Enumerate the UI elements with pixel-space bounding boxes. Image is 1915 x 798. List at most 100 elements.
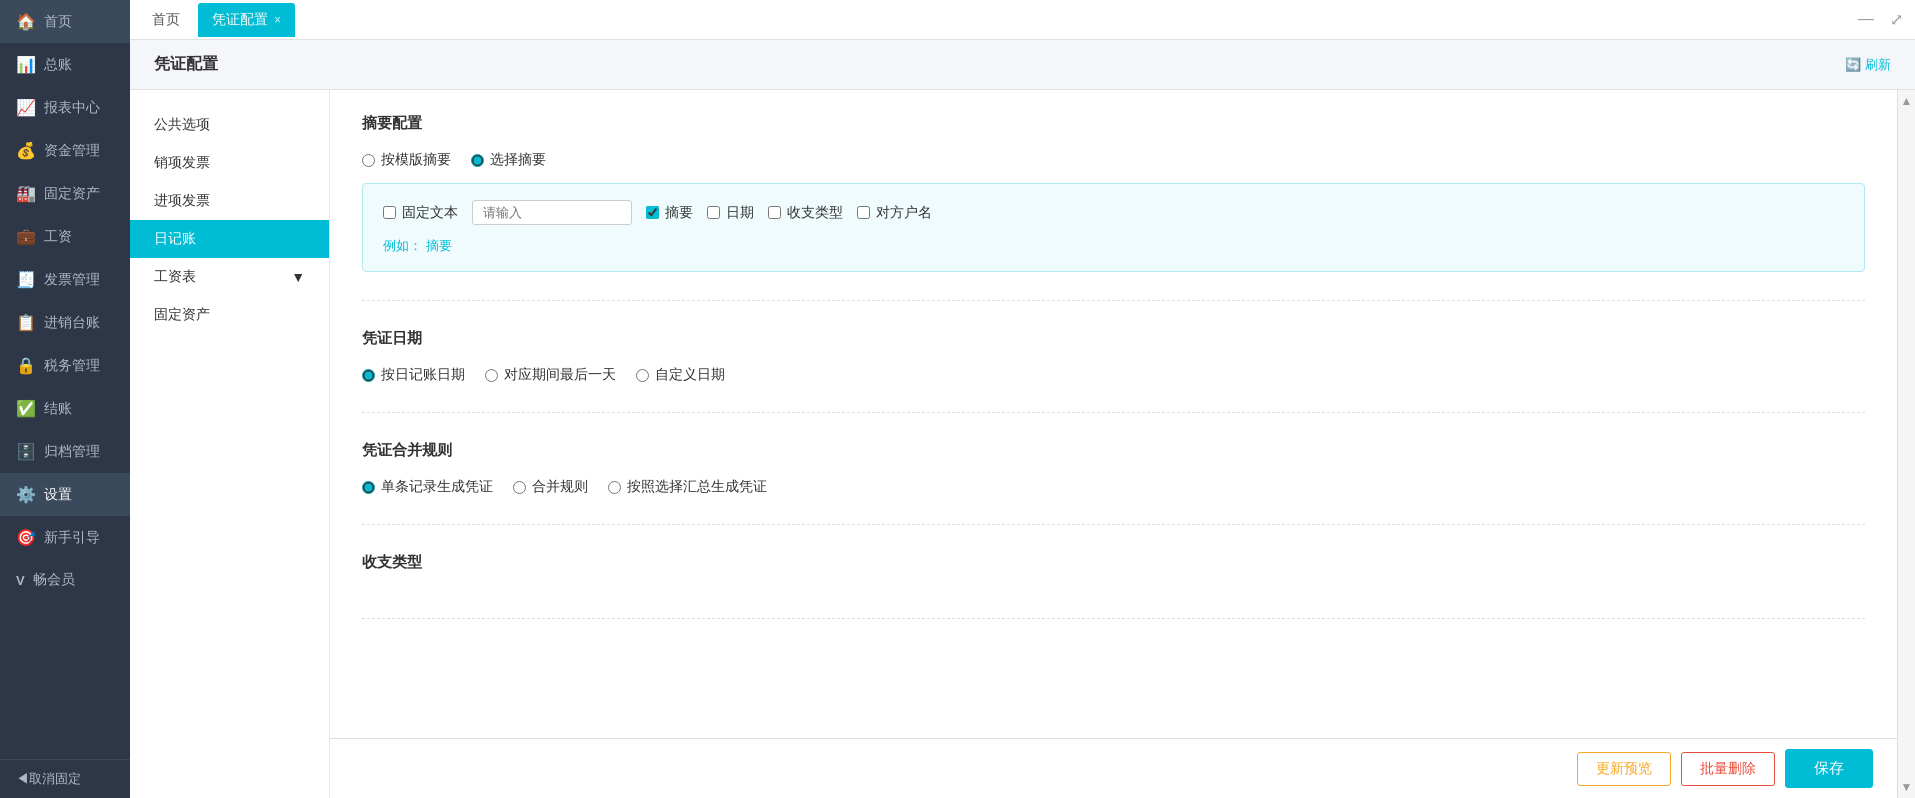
assets-icon: 🏭 — [16, 184, 36, 203]
merge-rules-radio-group: 单条记录生成凭证 合并规则 按照选择汇总生成凭证 — [362, 478, 1865, 496]
merge-radio-summary[interactable]: 按照选择汇总生成凭证 — [608, 478, 767, 496]
sidebar-item-purchase-sales[interactable]: 📋 进销台账 — [0, 301, 130, 344]
nav-item-purchase-invoice[interactable]: 进项发票 — [130, 182, 329, 220]
nav-item-journal[interactable]: 日记账 — [130, 220, 329, 258]
tab-voucher-config[interactable]: 凭证配置 × — [198, 3, 295, 37]
nav-item-sales-invoice[interactable]: 销项发票 — [130, 144, 329, 182]
sidebar-item-guide[interactable]: 🎯 新手引导 — [0, 516, 130, 559]
right-scrollbar: ▲ ▼ — [1897, 90, 1915, 798]
sidebar-item-membership[interactable]: V 畅会员 — [0, 559, 130, 601]
summary-radio-select-label: 选择摘要 — [490, 151, 546, 169]
nav-label-fixed-assets-nav: 固定资产 — [154, 306, 210, 324]
date-radio-journal-label: 按日记账日期 — [381, 366, 465, 384]
update-preview-button[interactable]: 更新预览 — [1577, 752, 1671, 786]
summary-radio-select[interactable]: 选择摘要 — [471, 151, 546, 169]
fixed-text-input[interactable] — [472, 200, 632, 225]
nav-label-sales-invoice: 销项发票 — [154, 154, 210, 172]
save-button[interactable]: 保存 — [1785, 749, 1873, 788]
nav-item-common-options[interactable]: 公共选项 — [130, 106, 329, 144]
sidebar-label-report-center: 报表中心 — [44, 99, 100, 117]
checkbox-counterparty-label: 对方户名 — [876, 204, 932, 222]
checkbox-counterparty-input[interactable] — [857, 206, 870, 219]
purchase-icon: 📋 — [16, 313, 36, 332]
chevron-down-icon: ▼ — [291, 269, 305, 285]
checkbox-income-type[interactable]: 收支类型 — [768, 204, 843, 222]
sidebar-item-fund-management[interactable]: 💰 资金管理 — [0, 129, 130, 172]
tab-close-icon[interactable]: × — [274, 13, 281, 27]
date-radio-custom-input[interactable] — [636, 369, 649, 382]
window-minimize-icon[interactable]: — — [1854, 8, 1878, 31]
tab-controls: — ⤢ — [1854, 8, 1907, 31]
window-maximize-icon[interactable]: ⤢ — [1886, 8, 1907, 31]
example-prefix: 例如： — [383, 238, 422, 253]
sidebar-label-guide: 新手引导 — [44, 529, 100, 547]
scroll-up-arrow[interactable]: ▲ — [1898, 90, 1915, 112]
tab-home[interactable]: 首页 — [138, 3, 194, 37]
archive-icon: 🗄️ — [16, 442, 36, 461]
date-radio-custom[interactable]: 自定义日期 — [636, 366, 725, 384]
nav-item-payroll-sheet[interactable]: 工资表 ▼ — [130, 258, 329, 296]
merge-rules-section: 凭证合并规则 单条记录生成凭证 合并规则 按照选择汇总生成凭证 — [362, 441, 1865, 525]
batch-delete-button[interactable]: 批量删除 — [1681, 752, 1775, 786]
checkbox-summary-input[interactable] — [646, 206, 659, 219]
sidebar-bottom-label: ◀取消固定 — [16, 770, 81, 788]
summary-radio-template-input[interactable] — [362, 154, 375, 167]
sidebar-label-home: 首页 — [44, 13, 72, 31]
summary-radio-template[interactable]: 按模版摘要 — [362, 151, 451, 169]
merge-radio-rules-input[interactable] — [513, 481, 526, 494]
sidebar-item-invoice[interactable]: 🧾 发票管理 — [0, 258, 130, 301]
sidebar-item-tax[interactable]: 🔒 税务管理 — [0, 344, 130, 387]
summary-radio-select-input[interactable] — [471, 154, 484, 167]
nav-label-common-options: 公共选项 — [154, 116, 210, 134]
sidebar-item-fixed-assets[interactable]: 🏭 固定资产 — [0, 172, 130, 215]
page-header: 凭证配置 🔄 刷新 — [130, 40, 1915, 90]
scroll-down-arrow[interactable]: ▼ — [1898, 776, 1915, 798]
right-content: 摘要配置 按模版摘要 选择摘要 — [330, 90, 1897, 738]
checkbox-fixed-text[interactable]: 固定文本 — [383, 204, 458, 222]
merge-radio-rules[interactable]: 合并规则 — [513, 478, 588, 496]
merge-radio-single[interactable]: 单条记录生成凭证 — [362, 478, 493, 496]
sidebar-item-settings[interactable]: ⚙️ 设置 — [0, 473, 130, 516]
sidebar-label-membership: 畅会员 — [33, 571, 75, 589]
date-radio-journal-input[interactable] — [362, 369, 375, 382]
sidebar-label-settings: 设置 — [44, 486, 72, 504]
fund-icon: 💰 — [16, 141, 36, 160]
sidebar-unpin-button[interactable]: ◀取消固定 — [0, 759, 130, 798]
merge-radio-summary-input[interactable] — [608, 481, 621, 494]
merge-radio-summary-label: 按照选择汇总生成凭证 — [627, 478, 767, 496]
summary-config-box: 固定文本 摘要 日期 — [362, 183, 1865, 272]
date-radio-journal[interactable]: 按日记账日期 — [362, 366, 465, 384]
checkbox-summary[interactable]: 摘要 — [646, 204, 693, 222]
sidebar-label-fund-management: 资金管理 — [44, 142, 100, 160]
tab-active-label: 凭证配置 — [212, 11, 268, 29]
sidebar-item-checkout[interactable]: ✅ 结账 — [0, 387, 130, 430]
refresh-button[interactable]: 🔄 刷新 — [1845, 56, 1891, 74]
report-icon: 📈 — [16, 98, 36, 117]
checkbox-counterparty[interactable]: 对方户名 — [857, 204, 932, 222]
checkbox-income-type-input[interactable] — [768, 206, 781, 219]
checkbox-income-type-label: 收支类型 — [787, 204, 843, 222]
checkbox-date-input[interactable] — [707, 206, 720, 219]
nav-label-journal: 日记账 — [154, 230, 196, 248]
sidebar-label-checkout: 结账 — [44, 400, 72, 418]
bottom-toolbar: 更新预览 批量删除 保存 — [330, 738, 1897, 798]
sidebar-label-fixed-assets: 固定资产 — [44, 185, 100, 203]
merge-radio-single-input[interactable] — [362, 481, 375, 494]
sidebar-label-archive: 归档管理 — [44, 443, 100, 461]
sidebar-item-archive[interactable]: 🗄️ 归档管理 — [0, 430, 130, 473]
payroll-icon: 💼 — [16, 227, 36, 246]
sidebar-item-payroll[interactable]: 💼 工资 — [0, 215, 130, 258]
sidebar-item-general-ledger[interactable]: 📊 总账 — [0, 43, 130, 86]
voucher-date-title: 凭证日期 — [362, 329, 1865, 348]
date-radio-period-last-input[interactable] — [485, 369, 498, 382]
nav-item-fixed-assets-nav[interactable]: 固定资产 — [130, 296, 329, 334]
checkbox-date-label: 日期 — [726, 204, 754, 222]
refresh-label: 刷新 — [1865, 56, 1891, 74]
checkbox-date[interactable]: 日期 — [707, 204, 754, 222]
sidebar-item-home[interactable]: 🏠 首页 — [0, 0, 130, 43]
checkbox-fixed-text-input[interactable] — [383, 206, 396, 219]
sidebar-item-report-center[interactable]: 📈 报表中心 — [0, 86, 130, 129]
summary-config-section: 摘要配置 按模版摘要 选择摘要 — [362, 114, 1865, 301]
date-radio-period-last[interactable]: 对应期间最后一天 — [485, 366, 616, 384]
right-panel: 摘要配置 按模版摘要 选择摘要 — [330, 90, 1897, 798]
